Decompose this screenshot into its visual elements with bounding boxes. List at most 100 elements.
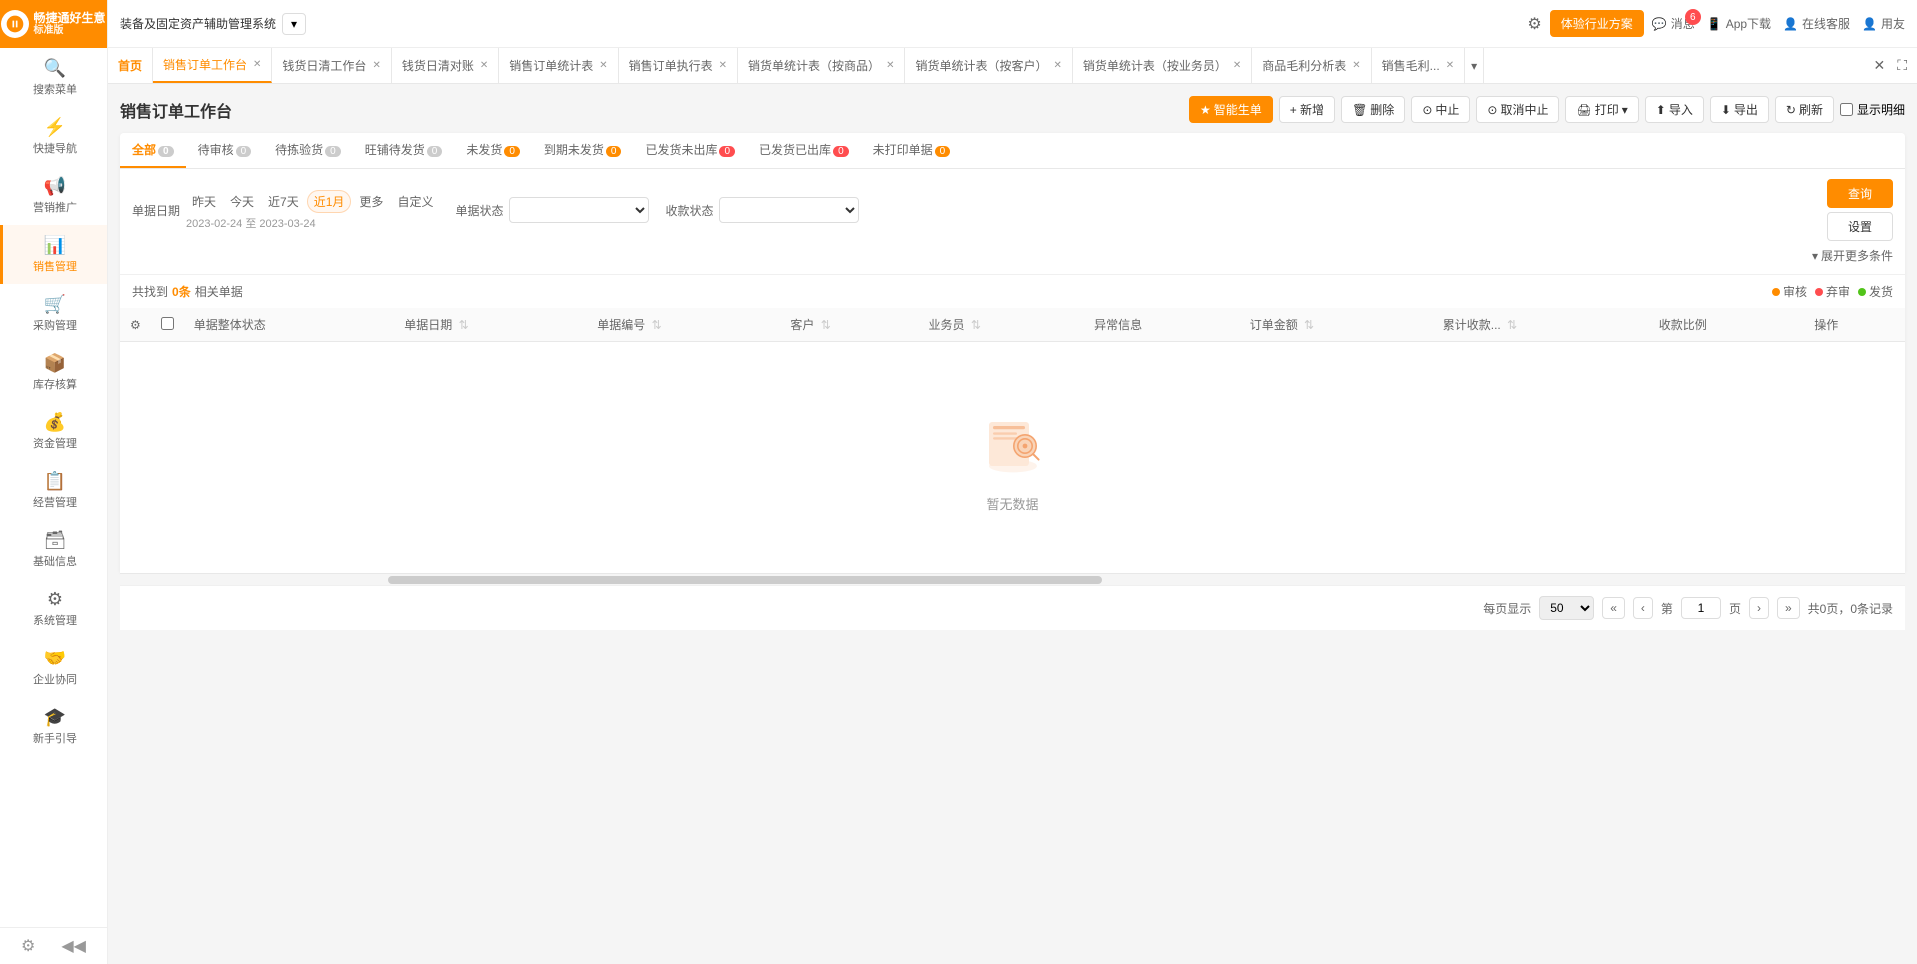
system-dropdown[interactable]: ▾ — [282, 13, 306, 35]
user-menu[interactable]: 👤 用友 — [1862, 15, 1905, 32]
col-customer[interactable]: 客户 ⇅ — [780, 308, 918, 342]
show-details-checkbox-label[interactable]: 显示明细 — [1840, 101, 1905, 118]
purchase-icon: 🛒 — [44, 294, 66, 315]
col-checkbox[interactable] — [151, 308, 184, 342]
ship-action-button[interactable]: 发货 — [1858, 283, 1893, 300]
cancel-review-action-button[interactable]: 弃审 — [1815, 283, 1850, 300]
prev-page-button[interactable]: ‹ — [1633, 597, 1653, 619]
tab-sales-exec[interactable]: 销售订单执行表 ✕ — [619, 48, 738, 83]
sub-tab-pending-review[interactable]: 待审核0 — [186, 133, 264, 168]
tab-close-cash-reconcile[interactable]: ✕ — [480, 60, 488, 71]
expand-conditions-button[interactable]: ▾ 展开更多条件 — [1812, 247, 1893, 264]
tab-cash-reconcile[interactable]: 钱货日清对账 ✕ — [392, 48, 499, 83]
date-btn-1month[interactable]: 近1月 — [307, 190, 352, 213]
app-download-button[interactable]: 📱 App下载 — [1707, 15, 1771, 32]
sub-tab-overdue-not-shipped[interactable]: 到期未发货0 — [532, 133, 634, 168]
tab-cash-daily[interactable]: 钱货日清工作台 ✕ — [272, 48, 391, 83]
sidebar-item-guide[interactable]: 🎓 新手引导 — [0, 697, 107, 756]
sub-tab-not-printed[interactable]: 未打印单据0 — [861, 133, 963, 168]
import-button[interactable]: ⬆ 导入 — [1645, 96, 1704, 123]
smart-create-button[interactable]: ★ 智能生单 — [1189, 96, 1273, 123]
stop-button[interactable]: ⊙ 中止 — [1411, 96, 1470, 123]
date-btn-7days[interactable]: 近7天 — [262, 191, 305, 212]
select-all-checkbox[interactable] — [161, 317, 174, 330]
sidebar-item-inventory[interactable]: 📦 库存核算 — [0, 343, 107, 402]
cancel-stop-button[interactable]: ⊙ 取消中止 — [1476, 96, 1559, 123]
sidebar-item-finance[interactable]: 💰 资金管理 — [0, 402, 107, 461]
messages-button[interactable]: 💬 消息 6 — [1652, 15, 1695, 32]
sub-tab-not-shipped[interactable]: 未发货0 — [454, 133, 532, 168]
online-service-button[interactable]: 👤 在线客服 — [1783, 15, 1850, 32]
tab-sales-more[interactable]: 销售毛利... ✕ — [1372, 48, 1465, 83]
collapse-button[interactable]: ◀◀ — [61, 936, 86, 956]
show-details-checkbox[interactable] — [1840, 103, 1853, 116]
query-button[interactable]: 查询 — [1827, 179, 1893, 208]
tab-close-sales-workbench[interactable]: ✕ — [253, 59, 261, 70]
page-input[interactable] — [1681, 597, 1721, 619]
cta-button[interactable]: 体验行业方案 — [1550, 10, 1644, 37]
date-btn-yesterday[interactable]: 昨天 — [186, 191, 222, 212]
sidebar-item-sales[interactable]: 📊 销售管理 — [0, 225, 107, 284]
date-btn-today[interactable]: 今天 — [224, 191, 260, 212]
settings-gear-button[interactable]: ⚙ — [1527, 14, 1541, 34]
tab-close-by-staff[interactable]: ✕ — [1233, 60, 1241, 71]
tab-sales-by-product[interactable]: 销货单统计表（按商品） ✕ — [738, 48, 905, 83]
tab-close-sales-stat[interactable]: ✕ — [599, 60, 607, 71]
per-page-select[interactable]: 10 20 50 100 — [1539, 596, 1594, 620]
tab-close-sales-more[interactable]: ✕ — [1446, 60, 1454, 71]
col-staff[interactable]: 业务员 ⇅ — [919, 308, 1085, 342]
sub-tab-shipped-not-out[interactable]: 已发货未出库0 — [633, 133, 747, 168]
date-btn-custom[interactable]: 自定义 — [391, 191, 439, 212]
delete-button[interactable]: 🗑 删除 — [1341, 96, 1405, 123]
sub-tab-shipped-out[interactable]: 已发货已出库0 — [747, 133, 861, 168]
col-date[interactable]: 单据日期 ⇅ — [394, 308, 587, 342]
col-settings[interactable]: ⚙ — [120, 308, 151, 342]
tab-home[interactable]: 首页 — [108, 48, 153, 83]
horizontal-scrollbar[interactable] — [120, 573, 1905, 585]
sidebar-item-base-info[interactable]: 🗃 基础信息 — [0, 520, 107, 579]
tabs-maximize-button[interactable]: ⛶ — [1893, 55, 1911, 76]
tab-close-cash-daily[interactable]: ✕ — [372, 60, 380, 71]
tab-close-gross-profit[interactable]: ✕ — [1352, 60, 1360, 71]
sub-tab-wangpu-ship[interactable]: 旺铺待发货0 — [353, 133, 455, 168]
quick-nav-icon: ⚡ — [44, 117, 66, 138]
sidebar-item-search[interactable]: 🔍 搜索菜单 — [0, 48, 107, 107]
tabs-overflow-button[interactable]: ▾ — [1465, 48, 1484, 83]
tab-sales-by-customer[interactable]: 销货单统计表（按客户） ✕ — [905, 48, 1072, 83]
print-button[interactable]: 🖨 打印 ▾ — [1565, 96, 1638, 123]
settings-button[interactable]: ⚙ — [21, 936, 35, 956]
tab-close-by-customer[interactable]: ✕ — [1053, 60, 1061, 71]
sidebar-item-purchase[interactable]: 🛒 采购管理 — [0, 284, 107, 343]
tab-close-by-product[interactable]: ✕ — [886, 60, 894, 71]
tab-gross-profit[interactable]: 商品毛利分析表 ✕ — [1252, 48, 1371, 83]
tabs-close-current-button[interactable]: ✕ — [1869, 55, 1889, 76]
col-collected[interactable]: 累计收款... ⇅ — [1433, 308, 1649, 342]
first-page-button[interactable]: « — [1602, 597, 1625, 619]
sidebar-item-enterprise[interactable]: 🤝 企业协同 — [0, 638, 107, 697]
col-number[interactable]: 单据编号 ⇅ — [587, 308, 780, 342]
date-btn-more[interactable]: 更多 — [353, 191, 389, 212]
operations-icon: 📋 — [44, 471, 66, 492]
sidebar-item-quick-nav[interactable]: ⚡ 快捷导航 — [0, 107, 107, 166]
tab-sales-workbench[interactable]: 销售订单工作台 ✕ — [153, 48, 272, 83]
sidebar-item-marketing[interactable]: 📢 营销推广 — [0, 166, 107, 225]
tab-sales-by-staff[interactable]: 销货单统计表（按业务员） ✕ — [1073, 48, 1252, 83]
payment-select[interactable] — [719, 197, 859, 223]
col-amount[interactable]: 订单金额 ⇅ — [1240, 308, 1433, 342]
review-action-button[interactable]: 审核 — [1772, 283, 1807, 300]
next-page-button[interactable]: › — [1749, 597, 1769, 619]
sub-tab-all[interactable]: 全部0 — [120, 133, 186, 168]
filter-settings-button[interactable]: 设置 — [1827, 212, 1893, 241]
sidebar-item-system[interactable]: ⚙ 系统管理 — [0, 579, 107, 638]
last-page-button[interactable]: » — [1777, 597, 1800, 619]
tab-sales-stat[interactable]: 销售订单统计表 ✕ — [499, 48, 618, 83]
cancel-review-dot — [1815, 288, 1823, 296]
scrollbar-thumb[interactable] — [388, 576, 1102, 584]
export-button[interactable]: ⬇ 导出 — [1710, 96, 1769, 123]
tab-close-sales-exec[interactable]: ✕ — [719, 60, 727, 71]
sidebar-item-operations[interactable]: 📋 经营管理 — [0, 461, 107, 520]
add-button[interactable]: + 新增 — [1279, 96, 1335, 123]
sub-tab-pending-inspect[interactable]: 待拣验货0 — [263, 133, 353, 168]
refresh-button[interactable]: ↻ 刷新 — [1775, 96, 1834, 123]
status-select[interactable] — [509, 197, 649, 223]
